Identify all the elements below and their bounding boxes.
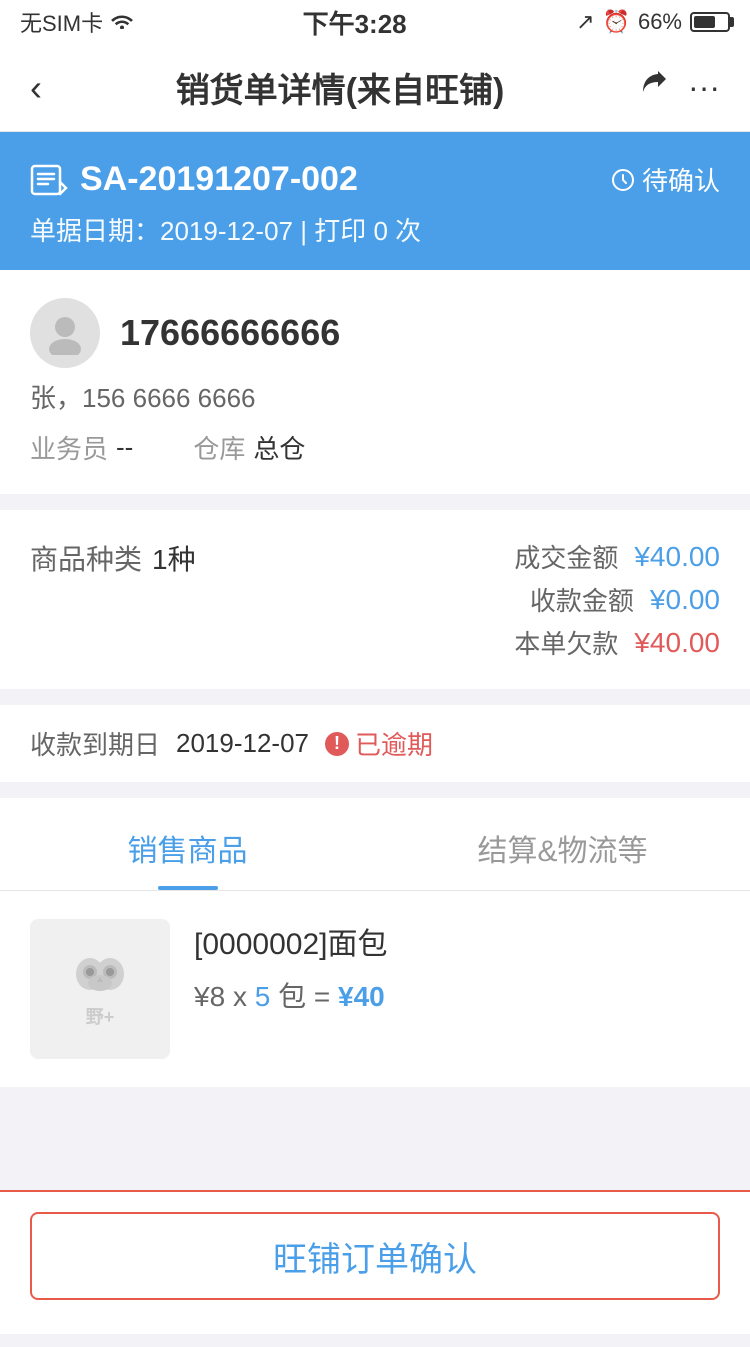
product-thumbnail: 野+ [30, 919, 170, 1059]
share-button[interactable] [638, 69, 668, 107]
carrier-label: 无SIM卡 [20, 6, 103, 38]
back-button[interactable]: ‹ [30, 67, 42, 109]
tabs-section: 销售商品 结算&物流等 [0, 798, 750, 891]
summary-row-owed: 本单欠款 ¥40.00 [514, 624, 720, 661]
customer-name: 张，156 6666 6666 [30, 378, 720, 415]
page-title: 销货单详情(来自旺铺) [176, 63, 505, 112]
summary-left: 商品种类 1种 [30, 538, 196, 578]
battery-label: 66% [638, 9, 682, 35]
customer-section: 17666666666 张，156 6666 6666 业务员 -- 仓库 总仓 [0, 270, 750, 494]
summary-type: 商品种类 1种 [30, 538, 196, 578]
status-bar: 无SIM卡 下午3:28 ↗ ⏰ 66% [0, 0, 750, 44]
due-date-section: 收款到期日 2019-12-07 ! 已逾期 [0, 705, 750, 782]
overdue-badge: ! 已逾期 [325, 725, 433, 762]
product-item: 野+ [0000002]面包 ¥8 x 5 包 = ¥40 [0, 891, 750, 1087]
order-id: SA-20191207-002 [30, 160, 358, 199]
summary-section: 商品种类 1种 成交金额 ¥40.00 收款金额 ¥0.00 本单欠款 ¥40.… [0, 510, 750, 689]
order-header-card: SA-20191207-002 待确认 单据日期：2019-12-07 | 打印… [0, 132, 750, 270]
owl-icon [70, 949, 130, 999]
location-icon: ↗ [576, 9, 594, 35]
bottom-bar: 旺铺订单确认 [0, 1190, 750, 1334]
warehouse-meta: 仓库 总仓 [193, 429, 305, 466]
status-bar-time: 下午3:28 [303, 4, 407, 41]
nav-bar: ‹ 销货单详情(来自旺铺) ··· [0, 44, 750, 132]
avatar [30, 298, 100, 368]
summary-row-deal: 成交金额 ¥40.00 [514, 538, 720, 575]
customer-meta: 业务员 -- 仓库 总仓 [30, 429, 720, 466]
battery-icon [690, 12, 730, 32]
confirm-order-button[interactable]: 旺铺订单确认 [30, 1212, 720, 1300]
thumb-label: 野+ [86, 1003, 115, 1029]
summary-row-received: 收款金额 ¥0.00 [530, 581, 720, 618]
tabs-row: 销售商品 结算&物流等 [0, 798, 750, 891]
product-price-row: ¥8 x 5 包 = ¥40 [194, 975, 720, 1015]
product-info: [0000002]面包 ¥8 x 5 包 = ¥40 [194, 919, 720, 1015]
tab-sales[interactable]: 销售商品 [0, 798, 375, 890]
tab-settlement[interactable]: 结算&物流等 [375, 798, 750, 890]
order-status: 待确认 [612, 161, 720, 198]
nav-actions: ··· [638, 69, 720, 107]
product-name: [0000002]面包 [194, 919, 720, 963]
order-id-icon [30, 164, 68, 196]
customer-phone: 17666666666 [120, 312, 340, 354]
overdue-icon: ! [325, 732, 349, 756]
order-date-line: 单据日期：2019-12-07 | 打印 0 次 [30, 211, 720, 248]
summary-right: 成交金额 ¥40.00 收款金额 ¥0.00 本单欠款 ¥40.00 [514, 538, 720, 661]
more-button[interactable]: ··· [688, 69, 720, 106]
status-bar-left: 无SIM卡 [20, 6, 133, 38]
clock-icon [612, 169, 634, 191]
sales-meta: 业务员 -- [30, 429, 133, 466]
alarm-icon: ⏰ [603, 9, 630, 35]
wifi-icon [111, 9, 133, 35]
status-bar-right: ↗ ⏰ 66% [576, 9, 730, 35]
